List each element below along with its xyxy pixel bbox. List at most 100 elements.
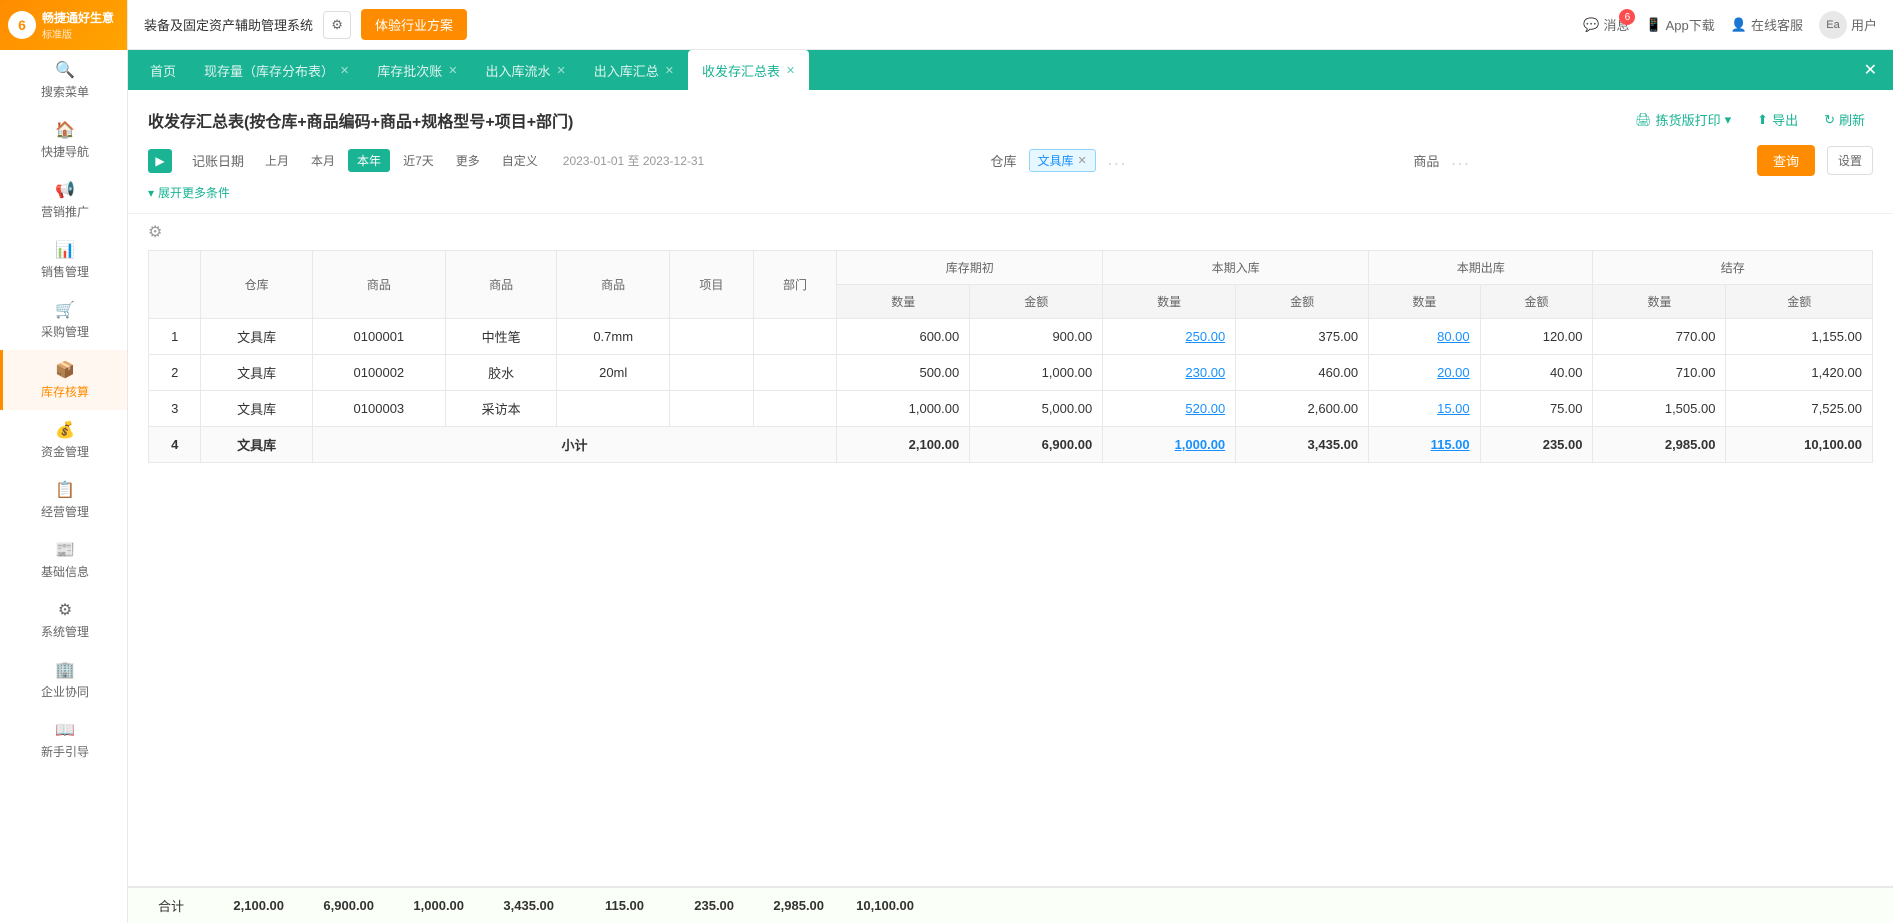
cell-open-amt: 1,000.00 bbox=[970, 355, 1103, 391]
sidebar-item-inventory[interactable]: 📦 库存核算 bbox=[0, 350, 127, 410]
filter-toggle-button[interactable]: ▶ bbox=[148, 149, 172, 173]
export-button[interactable]: ⬆ 导出 bbox=[1749, 106, 1806, 133]
cell-subtotal-close-qty: 2,985.00 bbox=[1593, 427, 1726, 463]
tab-close-icon[interactable]: ✕ bbox=[665, 64, 674, 77]
date-btn-last-month[interactable]: 上月 bbox=[256, 149, 298, 172]
sidebar-item-label: 系统管理 bbox=[41, 623, 89, 640]
tab-in-out-flow-label: 出入库流水 bbox=[485, 61, 550, 80]
cell-subtotal-no: 4 bbox=[149, 427, 201, 463]
cell-project bbox=[670, 355, 754, 391]
tab-close-icon[interactable]: ✕ bbox=[786, 64, 795, 77]
cell-out-amt: 120.00 bbox=[1480, 319, 1593, 355]
tab-in-out-summary[interactable]: 出入库汇总 ✕ bbox=[580, 50, 688, 90]
tab-in-out-flow[interactable]: 出入库流水 ✕ bbox=[471, 50, 579, 90]
warehouse-tag: 文具库 ✕ bbox=[1029, 149, 1096, 172]
refresh-button[interactable]: ↻ 刷新 bbox=[1816, 106, 1873, 133]
print-button[interactable]: 🖨 拣货版打印 ▾ bbox=[1627, 106, 1739, 133]
sidebar-item-basic-info[interactable]: 📰 基础信息 bbox=[0, 530, 127, 590]
cell-out-amt: 75.00 bbox=[1480, 391, 1593, 427]
tab-close-icon[interactable]: ✕ bbox=[340, 64, 349, 77]
cell-out-qty[interactable]: 20.00 bbox=[1369, 355, 1481, 391]
warehouse-tag-close[interactable]: ✕ bbox=[1078, 154, 1087, 167]
tab-batch-ledger[interactable]: 库存批次账 ✕ bbox=[363, 50, 471, 90]
warehouse-more-button[interactable]: ... bbox=[1108, 152, 1127, 170]
cell-dept bbox=[753, 319, 837, 355]
cell-out-qty[interactable]: 80.00 bbox=[1369, 319, 1481, 355]
expand-icon: ▾ bbox=[148, 186, 154, 200]
tab-inventory-dist-label: 现存量（库存分布表） bbox=[204, 61, 334, 80]
message-button[interactable]: 💬 消息 6 bbox=[1583, 15, 1629, 34]
cell-project bbox=[670, 319, 754, 355]
sidebar-item-purchase[interactable]: 🛒 采购管理 bbox=[0, 290, 127, 350]
tab-home[interactable]: 首页 bbox=[136, 50, 190, 90]
sidebar-item-label: 营销推广 bbox=[41, 203, 89, 220]
cell-no: 2 bbox=[149, 355, 201, 391]
top-bar: 装备及固定资产辅助管理系统 ⚙ 体验行业方案 💬 消息 6 📱 App下载 👤 bbox=[128, 0, 1893, 50]
cell-in-amt: 2,600.00 bbox=[1236, 391, 1369, 427]
warehouse-tag-label: 文具库 bbox=[1038, 152, 1074, 169]
cell-in-qty[interactable]: 520.00 bbox=[1103, 391, 1236, 427]
filter-row-1: ▶ 记账日期 上月 本月 本年 近7天 更多 自定义 2023-01-01 至 … bbox=[148, 145, 1873, 176]
cell-out-qty[interactable]: 15.00 bbox=[1369, 391, 1481, 427]
table-settings-row: ⚙ bbox=[148, 214, 1873, 250]
sidebar-item-guide[interactable]: 📖 新手引导 bbox=[0, 710, 127, 770]
try-solution-button[interactable]: 体验行业方案 bbox=[361, 9, 467, 40]
user-label: 用户 bbox=[1851, 15, 1877, 34]
app-download-button[interactable]: 📱 App下载 bbox=[1645, 15, 1714, 34]
system-settings-button[interactable]: ⚙ bbox=[323, 11, 351, 39]
sidebar-item-system[interactable]: ⚙ 系统管理 bbox=[0, 590, 127, 650]
date-btn-7days[interactable]: 近7天 bbox=[394, 149, 443, 172]
cell-open-qty: 600.00 bbox=[837, 319, 970, 355]
date-btn-more[interactable]: 更多 bbox=[447, 149, 489, 172]
sidebar-item-label: 库存核算 bbox=[41, 383, 89, 400]
setting-button[interactable]: 设置 bbox=[1827, 146, 1873, 175]
cell-in-qty[interactable]: 250.00 bbox=[1103, 319, 1236, 355]
sidebar-item-search[interactable]: 🔍 搜索菜单 bbox=[0, 50, 127, 110]
filter-area: ▶ 记账日期 上月 本月 本年 近7天 更多 自定义 2023-01-01 至 … bbox=[128, 133, 1893, 214]
print-icon: 🖨 bbox=[1635, 112, 1652, 128]
operations-icon: 📋 bbox=[55, 480, 75, 500]
cell-in-qty[interactable]: 230.00 bbox=[1103, 355, 1236, 391]
query-button[interactable]: 查询 bbox=[1757, 145, 1815, 176]
cell-warehouse: 文具库 bbox=[201, 319, 312, 355]
cell-subtotal-warehouse: 文具库 bbox=[201, 427, 312, 463]
th-close-amt: 金额 bbox=[1726, 285, 1873, 319]
home-icon: 🏠 bbox=[55, 120, 75, 140]
th-code: 商品 bbox=[312, 251, 445, 319]
sidebar-item-finance[interactable]: 💰 资金管理 bbox=[0, 410, 127, 470]
tab-inventory-dist[interactable]: 现存量（库存分布表） ✕ bbox=[190, 50, 363, 90]
sidebar-item-sales[interactable]: 📊 销售管理 bbox=[0, 230, 127, 290]
th-warehouse: 仓库 bbox=[201, 251, 312, 319]
finance-icon: 💰 bbox=[55, 420, 75, 440]
tab-close-icon[interactable]: ✕ bbox=[557, 64, 566, 77]
data-table: 仓库 商品 商品 商品 项目 部门 库存期初 本期入库 本期出库 结存 bbox=[148, 250, 1873, 463]
sidebar-item-quick-nav[interactable]: 🏠 快捷导航 bbox=[0, 110, 127, 170]
phone-icon: 📱 bbox=[1645, 17, 1661, 33]
table-settings-icon[interactable]: ⚙ bbox=[148, 224, 162, 241]
tab-recv-send-summary[interactable]: 收发存汇总表 ✕ bbox=[688, 50, 809, 90]
goods-more-button[interactable]: ... bbox=[1451, 152, 1470, 170]
tab-bar-close-button[interactable]: ✕ bbox=[1856, 60, 1885, 80]
sidebar-item-marketing[interactable]: 📢 营销推广 bbox=[0, 170, 127, 230]
date-btn-this-month[interactable]: 本月 bbox=[302, 149, 344, 172]
sidebar-item-enterprise[interactable]: 🏢 企业协同 bbox=[0, 650, 127, 710]
tab-batch-ledger-label: 库存批次账 bbox=[377, 61, 442, 80]
message-icon: 💬 bbox=[1583, 17, 1599, 33]
main-content: 装备及固定资产辅助管理系统 ⚙ 体验行业方案 💬 消息 6 📱 App下载 👤 bbox=[128, 0, 1893, 923]
tab-close-icon[interactable]: ✕ bbox=[448, 64, 457, 77]
table-footer: 合计 2,100.00 6,900.00 1,000.00 3,435.00 1… bbox=[128, 886, 1893, 923]
date-btn-this-year[interactable]: 本年 bbox=[348, 149, 390, 172]
online-service-button[interactable]: 👤 在线客服 bbox=[1731, 15, 1803, 34]
cell-code: 0100003 bbox=[312, 391, 445, 427]
th-closing: 结存 bbox=[1593, 251, 1873, 285]
cell-subtotal-open-qty: 2,100.00 bbox=[837, 427, 970, 463]
footer-values: 2,100.00 6,900.00 1,000.00 3,435.00 115.… bbox=[204, 898, 1863, 913]
user-menu-button[interactable]: Ea 用户 bbox=[1819, 11, 1877, 39]
logo-badge: 标准版 bbox=[42, 26, 114, 41]
expand-conditions-button[interactable]: ▾ 展开更多条件 bbox=[148, 184, 1873, 201]
top-bar-right: 💬 消息 6 📱 App下载 👤 在线客服 Ea 用户 bbox=[1583, 11, 1877, 39]
cell-name: 采访本 bbox=[445, 391, 556, 427]
inventory-icon: 📦 bbox=[55, 360, 75, 380]
sidebar-item-operations[interactable]: 📋 经营管理 bbox=[0, 470, 127, 530]
date-btn-custom[interactable]: 自定义 bbox=[493, 149, 547, 172]
